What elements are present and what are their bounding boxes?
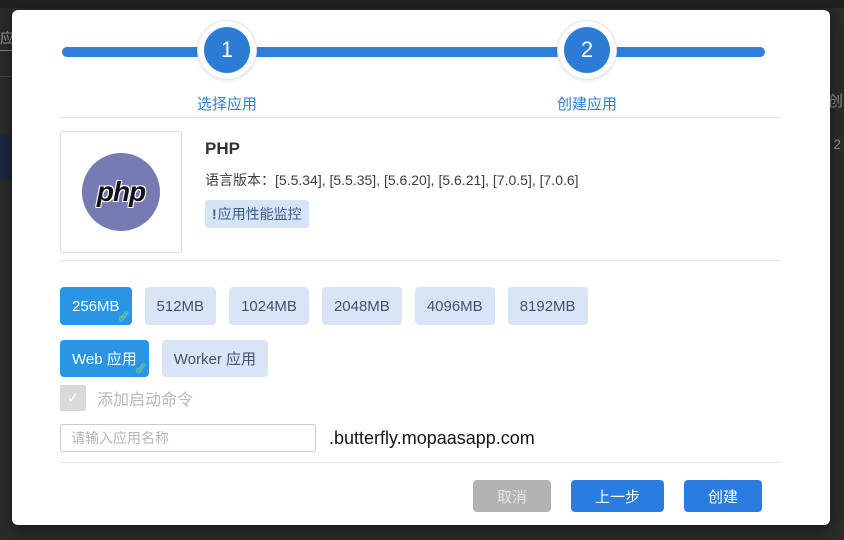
memory-options: 256MB ✓ 512MB 1024MB 2048MB 4096MB 8192M… [60, 287, 830, 326]
app-versions: 语言版本：[5.5.34], [5.5.35], [5.6.20], [5.6.… [205, 170, 579, 190]
background-text-right-2: 2 [833, 136, 841, 152]
versions-label: 语言版本： [205, 172, 275, 188]
memory-option-512mb[interactable]: 512MB [144, 287, 217, 325]
memory-option-label: 8192MB [519, 297, 576, 315]
memory-option-4096mb[interactable]: 4096MB [414, 287, 495, 325]
memory-option-label: 1024MB [241, 297, 297, 315]
selected-app-section: php PHP 语言版本：[5.5.34], [5.5.35], [5.6.20… [12, 118, 830, 260]
startup-command-checkbox[interactable]: ✓ [60, 385, 86, 411]
step-1-indicator: 1 [204, 27, 250, 73]
memory-option-1024mb[interactable]: 1024MB [229, 287, 309, 325]
versions-list: [5.5.34], [5.5.35], [5.6.20], [5.6.21], … [275, 172, 579, 188]
background-text-right-1: 创 [827, 93, 843, 110]
app-type-label: Worker 应用 [173, 351, 256, 368]
php-logo-text: php [96, 176, 146, 207]
memory-option-8192mb[interactable]: 8192MB [507, 287, 588, 325]
apm-badge-label: 应用性能监控 [217, 206, 302, 222]
app-type-web-button[interactable]: Web 应用 ✓ [60, 340, 149, 378]
step-1-label: 选择应用 [196, 96, 257, 113]
memory-option-label: 512MB [156, 297, 205, 315]
app-type-label: Web 应用 [72, 351, 137, 368]
app-type-worker-button[interactable]: Worker 应用 [161, 340, 268, 377]
dialog-footer: 取消 上一步 创建 [12, 463, 830, 512]
app-name-row: .butterfly.mopaasapp.com [60, 424, 830, 452]
memory-option-label: 4096MB [426, 297, 483, 315]
startup-command-label: 添加启动命令 [97, 392, 194, 409]
app-type-options: Web 应用 ✓ Worker 应用 [60, 340, 830, 378]
startup-command-row: ✓ 添加启动命令 [60, 385, 830, 411]
app-details: PHP 语言版本：[5.5.34], [5.5.35], [5.6.20], [… [205, 131, 579, 253]
check-icon: ✓ [134, 361, 148, 378]
check-icon: ✓ [117, 309, 131, 326]
divider [60, 260, 781, 261]
app-name-title: PHP [205, 139, 240, 158]
step-2-indicator: 2 [564, 27, 610, 73]
step-2-label: 创建应用 [556, 96, 617, 113]
apm-badge: !应用性能监控 [205, 200, 309, 228]
exclamation-icon: ! [212, 206, 217, 222]
create-button[interactable]: 创建 [683, 480, 762, 512]
memory-option-label: 2048MB [333, 297, 390, 315]
memory-option-256mb[interactable]: 256MB ✓ [60, 287, 132, 326]
create-app-dialog: 1 2 选择应用 创建应用 php PHP 语言版本：[5.5.34], [5.… [12, 10, 830, 525]
php-logo-icon: php [82, 153, 160, 231]
domain-suffix: .butterfly.mopaasapp.com [329, 427, 535, 448]
stepper-progress-bar [62, 47, 765, 57]
app-name-input[interactable] [60, 424, 316, 452]
app-logo-card: php [60, 131, 182, 253]
previous-step-button[interactable]: 上一步 [570, 480, 664, 512]
cancel-button[interactable]: 取消 [472, 480, 551, 512]
wizard-stepper: 1 2 选择应用 创建应用 [12, 10, 830, 117]
memory-option-2048mb[interactable]: 2048MB [321, 287, 402, 325]
memory-option-label: 256MB [72, 297, 120, 315]
